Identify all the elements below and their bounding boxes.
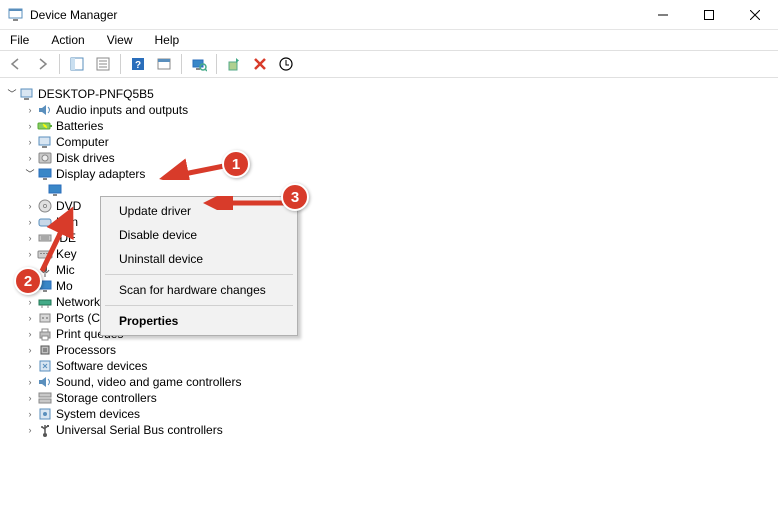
tree-category-label: Storage controllers <box>56 390 157 406</box>
chevron-right-icon[interactable]: › <box>24 232 36 244</box>
uninstall-device-button[interactable] <box>248 52 272 76</box>
properties-button[interactable] <box>91 52 115 76</box>
tree-category[interactable]: › Universal Serial Bus controllers <box>6 422 772 438</box>
tree-category-label: Processors <box>56 342 116 358</box>
tree-category[interactable]: › Computer <box>6 134 772 150</box>
tree-root[interactable]: ﹀ DESKTOP-PNFQ5B5 <box>6 86 772 102</box>
ctx-separator <box>105 274 293 275</box>
monitor-icon <box>37 166 53 182</box>
app-icon <box>8 7 24 23</box>
chevron-right-icon[interactable]: › <box>24 248 36 260</box>
chevron-down-icon[interactable]: ﹀ <box>24 168 36 180</box>
chevron-right-icon[interactable]: › <box>24 360 36 372</box>
ctx-scan-hardware[interactable]: Scan for hardware changes <box>103 278 295 302</box>
tree-category-label: Audio inputs and outputs <box>56 102 188 118</box>
tree-category-label: Display adapters <box>56 166 145 182</box>
battery-icon <box>37 118 53 134</box>
monitor-icon <box>47 182 63 198</box>
scan-hardware-button[interactable] <box>187 52 211 76</box>
tree-category-label: Batteries <box>56 118 103 134</box>
chevron-right-icon[interactable]: › <box>24 216 36 228</box>
menu-view[interactable]: View <box>103 32 137 48</box>
window-title: Device Manager <box>30 8 117 22</box>
chevron-right-icon[interactable]: › <box>24 328 36 340</box>
printer-icon <box>37 326 53 342</box>
chevron-down-icon[interactable]: ﹀ <box>6 88 18 100</box>
annotation-arrow-1 <box>158 158 228 180</box>
disable-device-button[interactable] <box>274 52 298 76</box>
svg-text:?: ? <box>135 60 141 71</box>
chevron-right-icon[interactable]: › <box>24 200 36 212</box>
annotation-arrow-3 <box>202 196 288 210</box>
computer-icon <box>37 134 53 150</box>
computer-icon <box>19 86 35 102</box>
chevron-right-icon[interactable]: › <box>24 296 36 308</box>
menu-file[interactable]: File <box>6 32 33 48</box>
annotation-badge-3: 3 <box>281 183 309 211</box>
tree-category[interactable]: › Storage controllers <box>6 390 772 406</box>
tree-root-label: DESKTOP-PNFQ5B5 <box>38 86 154 102</box>
software-icon <box>37 358 53 374</box>
annotation-arrow-2 <box>38 205 78 275</box>
menubar: File Action View Help <box>0 30 778 50</box>
network-icon <box>37 294 53 310</box>
tree-category[interactable]: › Disk drives <box>6 150 772 166</box>
show-hide-tree-button[interactable] <box>65 52 89 76</box>
toolbar: ? <box>0 50 778 78</box>
tree-category[interactable]: › Audio inputs and outputs <box>6 102 772 118</box>
chevron-right-icon[interactable]: › <box>24 120 36 132</box>
chevron-right-icon[interactable]: › <box>24 312 36 324</box>
chevron-right-icon[interactable]: › <box>24 392 36 404</box>
minimize-button[interactable] <box>640 0 686 30</box>
tree-category-label: Mo <box>56 278 73 294</box>
context-menu: Update driver Disable device Uninstall d… <box>100 196 298 336</box>
annotation-badge-2: 2 <box>14 267 42 295</box>
window-controls <box>640 0 778 30</box>
tree-category[interactable]: ﹀ Display adapters <box>6 166 772 182</box>
close-button[interactable] <box>732 0 778 30</box>
tree-category-label: Computer <box>56 134 109 150</box>
tree-category-label: Universal Serial Bus controllers <box>56 422 223 438</box>
ctx-properties[interactable]: Properties <box>103 309 295 333</box>
back-button[interactable] <box>4 52 28 76</box>
chevron-right-icon[interactable]: › <box>24 344 36 356</box>
action-button[interactable] <box>152 52 176 76</box>
chevron-right-icon[interactable]: › <box>24 376 36 388</box>
tree-category[interactable]: › Software devices <box>6 358 772 374</box>
tree-category-label: Disk drives <box>56 150 115 166</box>
forward-button[interactable] <box>30 52 54 76</box>
annotation-badge-1: 1 <box>222 150 250 178</box>
chevron-right-icon[interactable]: › <box>24 152 36 164</box>
menu-action[interactable]: Action <box>47 32 88 48</box>
titlebar: Device Manager <box>0 0 778 30</box>
tree-category[interactable]: › System devices <box>6 406 772 422</box>
update-driver-button[interactable] <box>222 52 246 76</box>
menu-help[interactable]: Help <box>151 32 184 48</box>
maximize-button[interactable] <box>686 0 732 30</box>
chevron-right-icon[interactable]: › <box>24 104 36 116</box>
system-icon <box>37 406 53 422</box>
cpu-icon <box>37 342 53 358</box>
port-icon <box>37 310 53 326</box>
disk-icon <box>37 150 53 166</box>
ctx-separator <box>105 305 293 306</box>
tree-category[interactable]: › Sound, video and game controllers <box>6 374 772 390</box>
tree-category[interactable]: › Processors <box>6 342 772 358</box>
tree-category-label: System devices <box>56 406 140 422</box>
chevron-right-icon[interactable]: › <box>24 136 36 148</box>
storage-icon <box>37 390 53 406</box>
sound-icon <box>37 374 53 390</box>
help-button[interactable]: ? <box>126 52 150 76</box>
tree-category-label: Software devices <box>56 358 147 374</box>
speaker-icon <box>37 102 53 118</box>
ctx-disable-device[interactable]: Disable device <box>103 223 295 247</box>
usb-icon <box>37 422 53 438</box>
ctx-uninstall-device[interactable]: Uninstall device <box>103 247 295 271</box>
tree-category[interactable]: › Batteries <box>6 118 772 134</box>
tree-category-label: Sound, video and game controllers <box>56 374 241 390</box>
chevron-right-icon[interactable]: › <box>24 408 36 420</box>
chevron-right-icon[interactable]: › <box>24 424 36 436</box>
